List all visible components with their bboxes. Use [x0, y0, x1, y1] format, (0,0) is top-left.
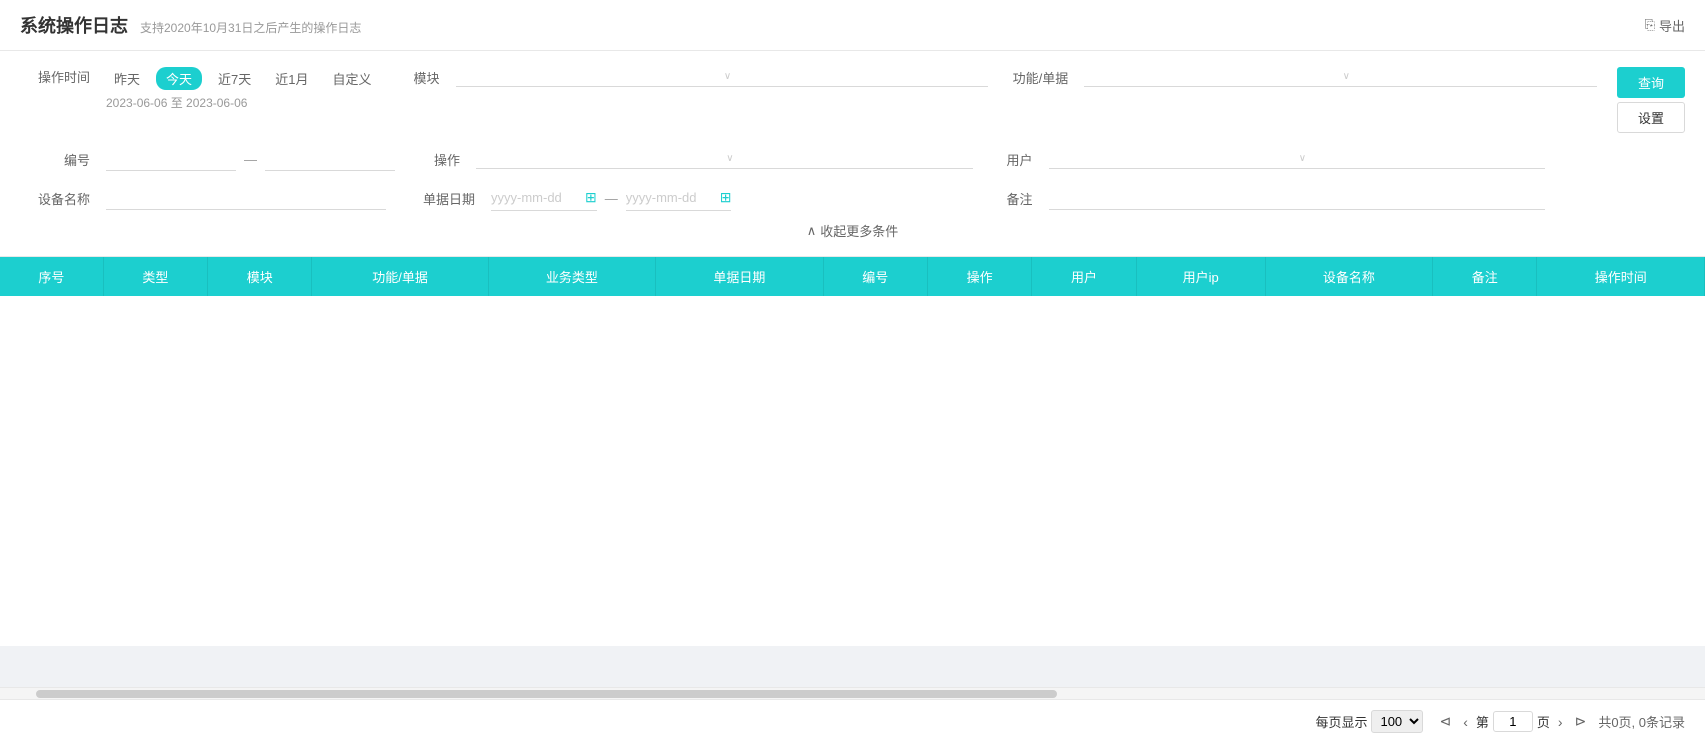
- time-btn-today[interactable]: 今天: [156, 67, 202, 90]
- page-suffix: 页: [1537, 712, 1550, 731]
- collapse-row: ∧ 收起更多条件: [20, 221, 1685, 240]
- per-page-label: 每页显示: [1315, 712, 1367, 731]
- time-btn-1month[interactable]: 近1月: [267, 67, 316, 90]
- date-to-input[interactable]: [626, 190, 716, 205]
- time-btn-yesterday[interactable]: 昨天: [106, 67, 148, 90]
- page-number-input[interactable]: [1493, 711, 1533, 732]
- page-header: 系统操作日志 支持2020年10月31日之后产生的操作日志 ⎘ 导出: [0, 0, 1705, 51]
- query-button[interactable]: 查询: [1617, 67, 1685, 98]
- scroll-thumb[interactable]: [36, 690, 1057, 698]
- operation-chevron-icon: ∨: [726, 153, 972, 164]
- user-label: 用户: [993, 150, 1033, 169]
- col-user-ip: 用户ip: [1136, 257, 1265, 296]
- col-remark: 备注: [1433, 257, 1537, 296]
- next-page-button[interactable]: ›: [1554, 712, 1567, 732]
- col-user: 用户: [1032, 257, 1136, 296]
- col-type: 类型: [103, 257, 207, 296]
- time-range: 2023-06-06 至 2023-06-06: [106, 94, 380, 111]
- time-btn-custom[interactable]: 自定义: [325, 67, 380, 90]
- module-label: 模块: [400, 68, 440, 87]
- table-container[interactable]: 序号 类型 模块 功能/单据 业务类型 单据日期 编号 操作 用户 用户ip 设…: [0, 257, 1705, 687]
- user-chevron-icon: ∨: [1299, 153, 1545, 164]
- function-chevron-icon: ∨: [1343, 71, 1597, 82]
- settings-button[interactable]: 设置: [1617, 102, 1685, 133]
- number-separator: —: [244, 152, 257, 167]
- device-input[interactable]: [106, 186, 386, 210]
- time-label: 操作时间: [20, 67, 90, 86]
- per-page-select[interactable]: 100 50 200: [1371, 710, 1423, 733]
- prev-page-button[interactable]: ‹: [1459, 712, 1472, 732]
- filter-area: 操作时间 昨天 今天 近7天 近1月 自定义 2023-06-06 至 2023…: [0, 51, 1705, 257]
- function-select[interactable]: ∨: [1084, 67, 1597, 87]
- operation-label: 操作: [420, 150, 460, 169]
- remark-label: 备注: [993, 189, 1033, 208]
- table-header: 序号 类型 模块 功能/单据 业务类型 单据日期 编号 操作 用户 用户ip 设…: [0, 257, 1705, 296]
- number-label: 编号: [20, 150, 90, 169]
- col-device: 设备名称: [1265, 257, 1432, 296]
- col-op-time: 操作时间: [1537, 257, 1705, 296]
- user-select[interactable]: ∨: [1049, 149, 1546, 169]
- time-btn-7days[interactable]: 近7天: [210, 67, 259, 90]
- action-buttons: 查询 设置: [1617, 67, 1685, 133]
- collapse-arrow-icon: ∧: [807, 223, 817, 239]
- module-select[interactable]: ∨: [456, 67, 989, 87]
- export-button[interactable]: ⎘ 导出: [1645, 16, 1685, 35]
- device-label: 设备名称: [20, 189, 90, 208]
- page-subtitle: 支持2020年10月31日之后产生的操作日志: [140, 19, 361, 36]
- time-buttons: 昨天 今天 近7天 近1月 自定义: [106, 67, 380, 90]
- calendar-from-icon[interactable]: ⊞: [585, 189, 597, 206]
- export-icon: ⎘: [1645, 17, 1655, 33]
- collapse-button[interactable]: ∧ 收起更多条件: [807, 221, 899, 240]
- total-label: 共0页, 0条记录: [1598, 712, 1685, 731]
- col-module: 模块: [208, 257, 312, 296]
- number-to-input[interactable]: [265, 147, 395, 171]
- table-header-row: 序号 类型 模块 功能/单据 业务类型 单据日期 编号 操作 用户 用户ip 设…: [0, 257, 1705, 296]
- pagination-bar: 每页显示 100 50 200 ⊲ ‹ 第 页 › ⊳ 共0页, 0条记录: [0, 699, 1705, 743]
- operation-select[interactable]: ∨: [476, 149, 973, 169]
- first-page-button[interactable]: ⊲: [1435, 711, 1455, 732]
- page-title: 系统操作日志: [20, 12, 128, 38]
- header-left: 系统操作日志 支持2020年10月31日之后产生的操作日志: [20, 12, 361, 38]
- col-sequence: 序号: [0, 257, 103, 296]
- export-label: 导出: [1659, 16, 1685, 35]
- col-number: 编号: [823, 257, 927, 296]
- main-content: 序号 类型 模块 功能/单据 业务类型 单据日期 编号 操作 用户 用户ip 设…: [0, 257, 1705, 743]
- data-table: 序号 类型 模块 功能/单据 业务类型 单据日期 编号 操作 用户 用户ip 设…: [0, 257, 1705, 296]
- empty-area: [0, 296, 1705, 646]
- calendar-to-icon[interactable]: ⊞: [720, 189, 732, 206]
- col-function: 功能/单据: [312, 257, 488, 296]
- col-biz-type: 业务类型: [488, 257, 655, 296]
- col-operation: 操作: [927, 257, 1031, 296]
- doc-date-label: 单据日期: [420, 189, 475, 208]
- date-from-wrap: ⊞: [491, 185, 597, 211]
- function-label: 功能/单据: [1008, 68, 1068, 87]
- collapse-label: 收起更多条件: [820, 221, 898, 240]
- page-size-section: 每页显示 100 50 200: [1315, 710, 1427, 733]
- remark-input[interactable]: [1049, 186, 1546, 210]
- module-chevron-icon: ∨: [724, 71, 988, 82]
- date-from-input[interactable]: [491, 190, 581, 205]
- scroll-bar-area[interactable]: [0, 687, 1705, 699]
- col-doc-date: 单据日期: [656, 257, 823, 296]
- date-separator: —: [605, 191, 618, 206]
- number-from-input[interactable]: [106, 147, 236, 171]
- date-to-wrap: ⊞: [626, 185, 732, 211]
- page-label: 第: [1476, 712, 1489, 731]
- time-section: 昨天 今天 近7天 近1月 自定义 2023-06-06 至 2023-06-0…: [106, 67, 380, 111]
- page-nav: ⊲ ‹ 第 页 › ⊳: [1435, 711, 1590, 732]
- last-page-button[interactable]: ⊳: [1571, 711, 1591, 732]
